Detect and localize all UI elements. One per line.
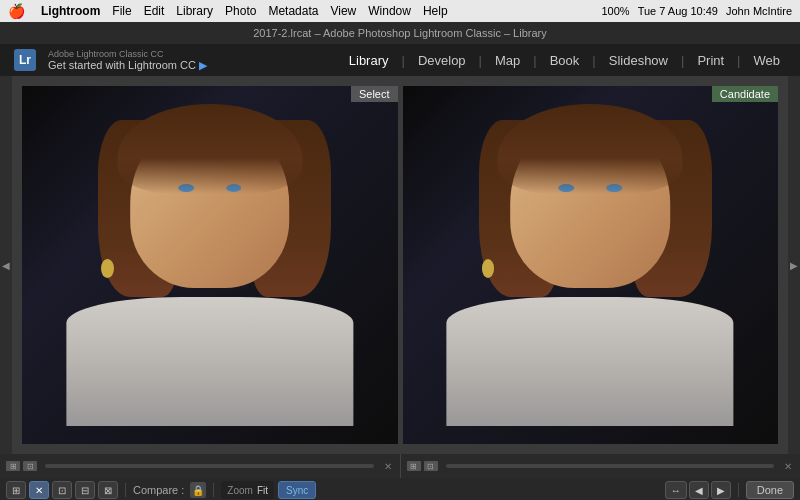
nav-map[interactable]: Map (485, 49, 530, 72)
menu-edit[interactable]: Edit (144, 4, 165, 18)
title-bar: 2017-2.lrcat – Adobe Photoshop Lightroom… (0, 22, 800, 44)
photo-frame-left[interactable]: Select (22, 86, 398, 444)
catalog-label: Adobe Lightroom Classic CC (48, 49, 207, 59)
select-label: Select (351, 86, 398, 102)
nav-arrows-group: ↔ ◀ ▶ (665, 481, 731, 499)
menu-photo[interactable]: Photo (225, 4, 256, 18)
menu-help[interactable]: Help (423, 4, 448, 18)
lr-catalog-info: Adobe Lightroom Classic CC Get started w… (48, 49, 207, 72)
battery-status: 100% (602, 5, 630, 17)
lr-toolbar: Lr Adobe Lightroom Classic CC Get starte… (0, 44, 800, 76)
left-chevron-icon: ◀ (2, 260, 10, 271)
right-chevron-icon: ▶ (790, 260, 798, 271)
lr-logo-box: Lr (14, 49, 36, 71)
photo-frame-right[interactable]: Candidate (403, 86, 779, 444)
datetime: Tue 7 Aug 10:49 (638, 5, 718, 17)
nav-develop[interactable]: Develop (408, 49, 476, 72)
menu-library[interactable]: Library (176, 4, 213, 18)
separator-2 (213, 483, 214, 497)
candidate-label: Candidate (712, 86, 778, 102)
nav-book[interactable]: Book (540, 49, 590, 72)
filmstrip-icon-2[interactable]: ⊡ (23, 461, 37, 471)
filmstrip-icons-left: ⊞ ⊡ (6, 461, 37, 471)
menu-bar: 🍎 Lightroom File Edit Library Photo Meta… (0, 0, 800, 22)
nav-web[interactable]: Web (744, 49, 791, 72)
filmstrip-close-left[interactable]: ✕ (382, 460, 394, 472)
done-button[interactable]: Done (746, 481, 794, 499)
menu-bar-right: 100% Tue 7 Aug 10:49 John McIntire (602, 5, 793, 17)
filmstrip: ⊞ ⊡ ✕ ⊞ ⊡ ✕ (0, 454, 800, 478)
portrait-right (403, 86, 779, 444)
catalog-arrow: ▶ (199, 59, 207, 71)
filmstrip-scroll-right[interactable] (446, 464, 775, 468)
filmstrip-left: ⊞ ⊡ ✕ (0, 454, 400, 478)
apple-menu[interactable]: 🍎 (8, 3, 25, 19)
nav-slideshow[interactable]: Slideshow (599, 49, 678, 72)
filmstrip-icon-4[interactable]: ⊡ (424, 461, 438, 471)
compare-label: Compare : (133, 484, 184, 496)
menu-file[interactable]: File (112, 4, 131, 18)
filmstrip-icon-1[interactable]: ⊞ (6, 461, 20, 471)
filmstrip-right: ⊞ ⊡ ✕ (400, 454, 801, 478)
nav-print[interactable]: Print (687, 49, 734, 72)
people-view-btn[interactable]: ⊠ (98, 481, 118, 499)
separator-3 (738, 483, 739, 497)
lock-icon[interactable]: 🔒 (190, 482, 206, 498)
catalog-action[interactable]: Get started with Lightroom CC ▶ (48, 59, 207, 72)
filmstrip-icon-3[interactable]: ⊞ (407, 461, 421, 471)
menu-window[interactable]: Window (368, 4, 411, 18)
filmstrip-icons-right: ⊞ ⊡ (407, 461, 438, 471)
left-panel-toggle[interactable]: ◀ (0, 76, 12, 454)
nav-forward-btn[interactable]: ▶ (711, 481, 731, 499)
portrait-left (22, 86, 398, 444)
main-area: ◀ (0, 76, 800, 454)
bottom-toolbar: ⊞ ✕ ⊡ ⊟ ⊠ Compare : 🔒 Zoom Fit Sync ↔ ◀ … (0, 478, 800, 500)
compare-view-btn[interactable]: ⊡ (52, 481, 72, 499)
lr-logo: Lr (10, 45, 40, 75)
swap-btn[interactable]: ↔ (665, 481, 687, 499)
menu-lightroom[interactable]: Lightroom (41, 4, 100, 18)
loupe-view-btn[interactable]: ✕ (29, 481, 49, 499)
sync-button[interactable]: Sync (278, 481, 316, 499)
nav-back-btn[interactable]: ◀ (689, 481, 709, 499)
view-mode-group: ⊞ ✕ ⊡ ⊟ ⊠ (6, 481, 118, 499)
filmstrip-close-right[interactable]: ✕ (782, 460, 794, 472)
survey-view-btn[interactable]: ⊟ (75, 481, 95, 499)
zoom-label: Zoom (227, 485, 253, 496)
filmstrip-scroll-left[interactable] (45, 464, 374, 468)
lr-nav: Library | Develop | Map | Book | Slidesh… (339, 49, 790, 72)
grid-view-btn[interactable]: ⊞ (6, 481, 26, 499)
photo-panel-right: Candidate (403, 86, 779, 444)
zoom-section: Zoom Fit (221, 481, 274, 499)
username: John McIntire (726, 5, 792, 17)
menu-metadata[interactable]: Metadata (268, 4, 318, 18)
content-area: Select (12, 76, 788, 454)
separator-1 (125, 483, 126, 497)
photo-panel-left: Select (22, 86, 398, 444)
zoom-value[interactable]: Fit (257, 485, 268, 496)
title-text: 2017-2.lrcat – Adobe Photoshop Lightroom… (253, 27, 547, 39)
right-panel-toggle[interactable]: ▶ (788, 76, 800, 454)
menu-view[interactable]: View (330, 4, 356, 18)
nav-library[interactable]: Library (339, 49, 399, 72)
